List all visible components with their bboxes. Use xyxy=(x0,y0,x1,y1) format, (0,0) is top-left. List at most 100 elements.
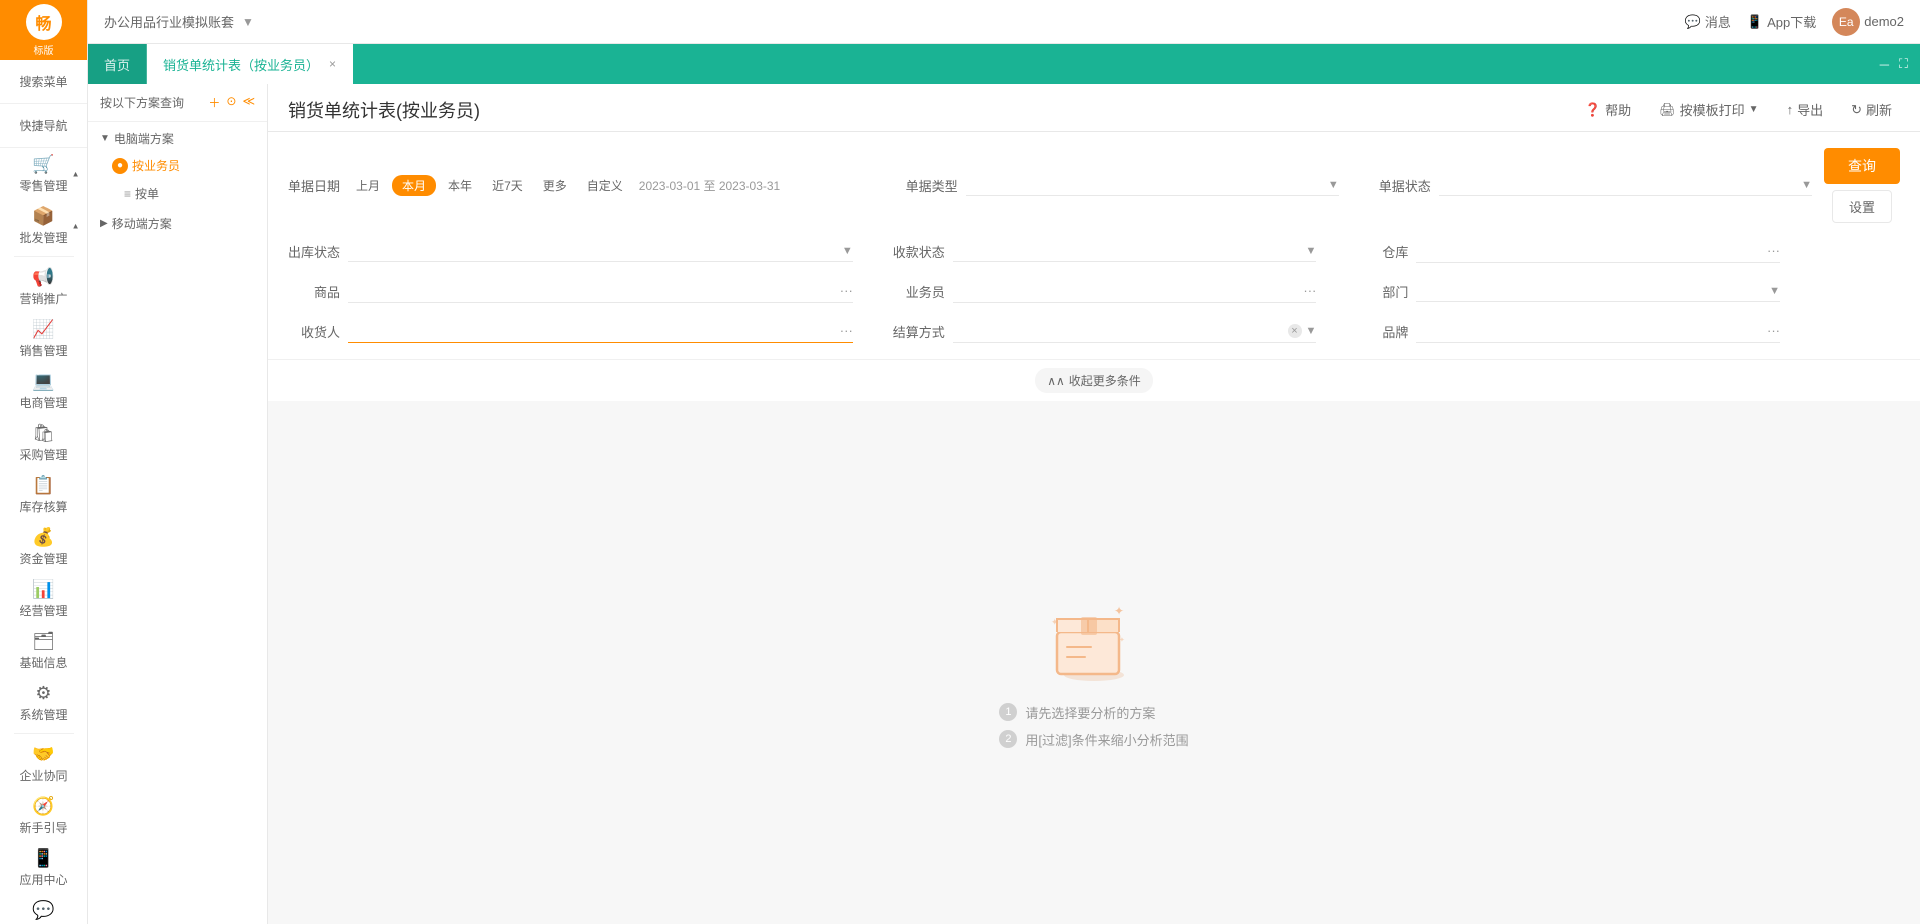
tab-maximize-icon[interactable]: ⛶ xyxy=(1899,56,1908,72)
base-icon: 🗂 xyxy=(32,631,55,652)
app-download-button[interactable]: 📱 App下载 xyxy=(1747,12,1816,31)
mobile-section-title[interactable]: ▶ 移动端方案 xyxy=(100,215,255,232)
quick-nav-label: 快捷导航 xyxy=(19,117,67,134)
department-control[interactable]: ▼ xyxy=(1416,281,1780,302)
payment-status-label: 收款状态 xyxy=(893,242,945,261)
tab-minimize-icon[interactable]: － xyxy=(1878,55,1891,74)
goods-control[interactable]: ··· xyxy=(348,279,853,303)
date-tab-more[interactable]: 更多 xyxy=(535,175,575,196)
wechat-icon: 💬 xyxy=(32,900,54,921)
receiver-control[interactable]: ··· xyxy=(348,319,853,343)
pc-section-title[interactable]: ▼ 电脑端方案 xyxy=(100,130,255,147)
sidebar-item-inventory[interactable]: 📋 库存核算 xyxy=(0,469,88,521)
sidebar-item-guide[interactable]: 🧭 新手引导 xyxy=(0,790,88,842)
date-tab-this-year[interactable]: 本年 xyxy=(440,175,480,196)
payment-status-control[interactable]: ▼ xyxy=(953,241,1317,262)
warehouse-control[interactable]: ··· xyxy=(1416,239,1780,263)
sidebar-item-operation[interactable]: 📊 经营管理 xyxy=(0,573,88,625)
doc-type-control[interactable]: ▼ xyxy=(966,175,1339,196)
empty-illustration: ✦ ✦ ✦ xyxy=(1039,577,1149,687)
tab-home[interactable]: 首页 xyxy=(88,44,147,84)
settlement-clear-icon[interactable]: × xyxy=(1288,324,1302,338)
goods-label: 商品 xyxy=(288,282,340,301)
username: demo2 xyxy=(1864,14,1904,29)
topbar-dropdown-icon[interactable]: ▼ xyxy=(242,15,254,29)
filter-settlement: 结算方式 × ▼ xyxy=(893,320,1317,343)
filter-doc-status: 单据状态 ▼ xyxy=(1379,175,1812,196)
payment-status-arrow: ▼ xyxy=(1306,245,1317,257)
template-print-label: 按模板打印 xyxy=(1680,100,1745,119)
goods-dots[interactable]: ··· xyxy=(840,283,853,298)
sidebar-item-base[interactable]: 🗂 基础信息 xyxy=(0,625,88,677)
purchase-icon: 🛍 xyxy=(32,423,55,444)
pc-section-label: 电脑端方案 xyxy=(114,130,174,147)
filter-date: 单据日期 上月 本月 本年 近7天 更多 自定义 2023-03-01 至 20… xyxy=(288,175,866,196)
edit-scheme-icon[interactable]: ⊙ xyxy=(226,94,236,111)
search-menu-button[interactable]: 搜索菜单 xyxy=(0,60,88,104)
settings-button[interactable]: 设置 xyxy=(1832,190,1892,223)
doc-type-arrow: ▼ xyxy=(1328,179,1339,191)
tab-sales-stat-label: 销货单统计表（按业务员） xyxy=(163,55,319,74)
tab-close-icon[interactable]: × xyxy=(329,57,336,71)
sidebar-item-label: 基础信息 xyxy=(19,654,67,671)
help-icon: ❓ xyxy=(1585,102,1601,118)
sidebar-item-label: 零售管理 xyxy=(19,177,67,194)
doc-status-control[interactable]: ▼ xyxy=(1439,175,1812,196)
sidebar-item-system[interactable]: ⚙ 系统管理 xyxy=(0,677,88,729)
query-button[interactable]: 查询 xyxy=(1824,148,1900,184)
sidebar-item-label: 库存核算 xyxy=(19,498,67,515)
collapse-button[interactable]: ∧∧ 收起更多条件 xyxy=(1035,368,1153,393)
sidebar-item-sales[interactable]: 📈 销售管理 xyxy=(0,313,88,365)
brand-dots[interactable]: ··· xyxy=(1767,323,1780,338)
hint-text-2: 用[过滤]条件来缩小分析范围 xyxy=(1025,730,1188,749)
export-button[interactable]: ↑ 导出 xyxy=(1779,96,1832,123)
sidebar-item-marketing[interactable]: 📢 营销推广 xyxy=(0,261,88,313)
sidebar-item-cooperation[interactable]: 🤝 企业协同 xyxy=(0,738,88,790)
tab-sales-stat[interactable]: 销货单统计表（按业务员） × xyxy=(147,44,353,84)
brand-control[interactable]: ··· xyxy=(1416,319,1780,343)
date-tab-custom[interactable]: 自定义 xyxy=(579,175,631,196)
pc-section-arrow: ▼ xyxy=(100,133,110,144)
empty-text: 1 请先选择要分析的方案 2 用[过滤]条件来缩小分析范围 xyxy=(999,703,1188,749)
refresh-button[interactable]: ↻ 刷新 xyxy=(1843,96,1900,123)
sidebar-item-wholesale[interactable]: 📦 批发管理 xyxy=(0,200,88,252)
date-tab-7days[interactable]: 近7天 xyxy=(484,175,531,196)
scheme-by-salesperson[interactable]: ● 按业务员 xyxy=(88,151,267,180)
message-icon: 💬 xyxy=(1685,14,1701,30)
sidebar-item-ecommerce[interactable]: 💻 电商管理 xyxy=(0,365,88,417)
sidebar-item-retail[interactable]: 🛒 零售管理 xyxy=(0,148,88,200)
date-label: 单据日期 xyxy=(288,176,340,195)
message-button[interactable]: 💬 消息 xyxy=(1685,12,1731,31)
date-tab-last-month[interactable]: 上月 xyxy=(348,175,388,196)
collapse-icon[interactable]: ≪ xyxy=(242,94,255,111)
content-area: 按以下方案查询 ＋ ⊙ ≪ ▼ 电脑端方案 ● 按业务员 ≡ 按单 xyxy=(88,84,1920,924)
sidebar-item-finance[interactable]: 💰 资金管理 xyxy=(0,521,88,573)
template-print-button[interactable]: 🖨 按模板打印 ▼ xyxy=(1651,96,1766,123)
operation-icon: 📊 xyxy=(32,579,54,600)
wholesale-icon: 📦 xyxy=(32,206,54,227)
salesperson-control[interactable]: ··· xyxy=(953,279,1317,303)
date-tab-this-month[interactable]: 本月 xyxy=(392,175,436,196)
receiver-dots[interactable]: ··· xyxy=(840,323,853,338)
sidebar-item-purchase[interactable]: 🛍 采购管理 xyxy=(0,417,88,469)
add-scheme-icon[interactable]: ＋ xyxy=(208,94,220,111)
user-profile[interactable]: Ea demo2 xyxy=(1832,8,1904,36)
quick-nav-button[interactable]: 快捷导航 xyxy=(0,104,88,148)
settlement-control[interactable]: × ▼ xyxy=(953,320,1317,343)
sidebar-logo: 畅 标版 xyxy=(0,0,88,60)
collapse-bar: ∧∧ 收起更多条件 xyxy=(268,359,1920,401)
settlement-label: 结算方式 xyxy=(893,322,945,341)
filter-doc-type: 单据类型 ▼ xyxy=(906,175,1339,196)
salesperson-dots[interactable]: ··· xyxy=(1303,283,1316,298)
sales-icon: 📈 xyxy=(32,319,54,340)
scheme-by-order-label: 按单 xyxy=(135,185,159,202)
scheme-by-order[interactable]: ≡ 按单 xyxy=(88,180,267,207)
help-button[interactable]: ❓ 帮助 xyxy=(1577,96,1639,123)
doc-type-label: 单据类型 xyxy=(906,176,958,195)
sidebar-item-wechat[interactable]: 💬 企业微信 xyxy=(0,894,88,924)
out-status-control[interactable]: ▼ xyxy=(348,241,853,262)
filter-salesperson: 业务员 ··· xyxy=(893,279,1317,303)
filter-receiver: 收货人 ··· xyxy=(288,319,853,343)
warehouse-dots[interactable]: ··· xyxy=(1767,243,1780,258)
sidebar-item-apps[interactable]: 📱 应用中心 xyxy=(0,842,88,894)
